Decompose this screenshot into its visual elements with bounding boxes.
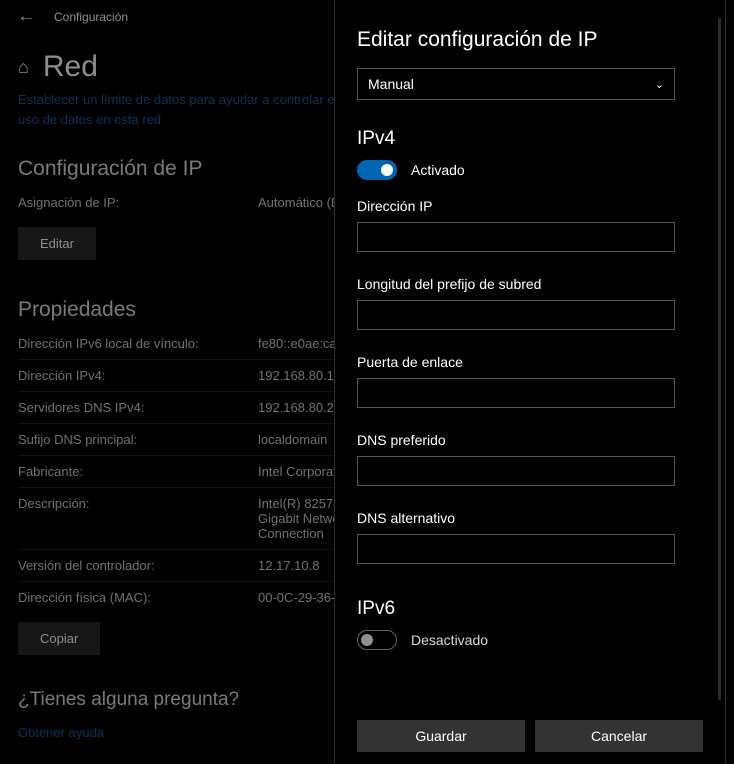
chevron-down-icon: ⌄	[655, 78, 664, 91]
ipv4-heading: IPv4	[357, 128, 703, 150]
save-button[interactable]: Guardar	[357, 720, 525, 752]
ipv4-toggle[interactable]	[357, 160, 397, 180]
gateway-input[interactable]	[357, 378, 675, 408]
ipv4-toggle-label: Activado	[411, 162, 465, 178]
toggle-thumb	[361, 634, 373, 646]
mode-selected-label: Manual	[368, 76, 414, 92]
dns1-input[interactable]	[357, 456, 675, 486]
ip-assign-key: Asignación de IP:	[18, 195, 258, 210]
ipv6-toggle-row: Desactivado	[357, 630, 703, 650]
edit-ip-button[interactable]: Editar	[18, 227, 96, 260]
ip-address-label: Dirección IP	[357, 198, 703, 214]
ipv6-toggle-label: Desactivado	[411, 632, 488, 648]
modal-footer: Guardar Cancelar	[335, 710, 725, 764]
cancel-button[interactable]: Cancelar	[535, 720, 703, 752]
gateway-label: Puerta de enlace	[357, 354, 703, 370]
dns1-label: DNS preferido	[357, 432, 703, 448]
dns2-label: DNS alternativo	[357, 510, 703, 526]
subnet-prefix-input[interactable]	[357, 300, 675, 330]
modal-body: Editar configuración de IP Manual ⌄ IPv4…	[335, 0, 725, 710]
dns2-input[interactable]	[357, 534, 675, 564]
mode-select[interactable]: Manual ⌄	[357, 68, 675, 100]
ip-address-input[interactable]	[357, 222, 675, 252]
modal-title: Editar configuración de IP	[357, 28, 703, 52]
back-arrow-icon[interactable]: ←	[17, 8, 35, 26]
ipv6-heading: IPv6	[357, 598, 703, 620]
ipv4-toggle-row: Activado	[357, 160, 703, 180]
home-icon[interactable]: ⌂	[18, 57, 29, 78]
page-title: Red	[43, 50, 98, 84]
toggle-thumb	[381, 164, 393, 176]
copy-button[interactable]: Copiar	[18, 622, 100, 655]
edit-ip-modal: Editar configuración de IP Manual ⌄ IPv4…	[334, 0, 726, 764]
subnet-prefix-label: Longitud del prefijo de subred	[357, 276, 703, 292]
ipv6-toggle[interactable]	[357, 630, 397, 650]
data-limit-link[interactable]: Establecer un límite de datos para ayuda…	[18, 90, 338, 129]
app-name: Configuración	[54, 10, 128, 24]
scrollbar[interactable]	[718, 18, 721, 700]
